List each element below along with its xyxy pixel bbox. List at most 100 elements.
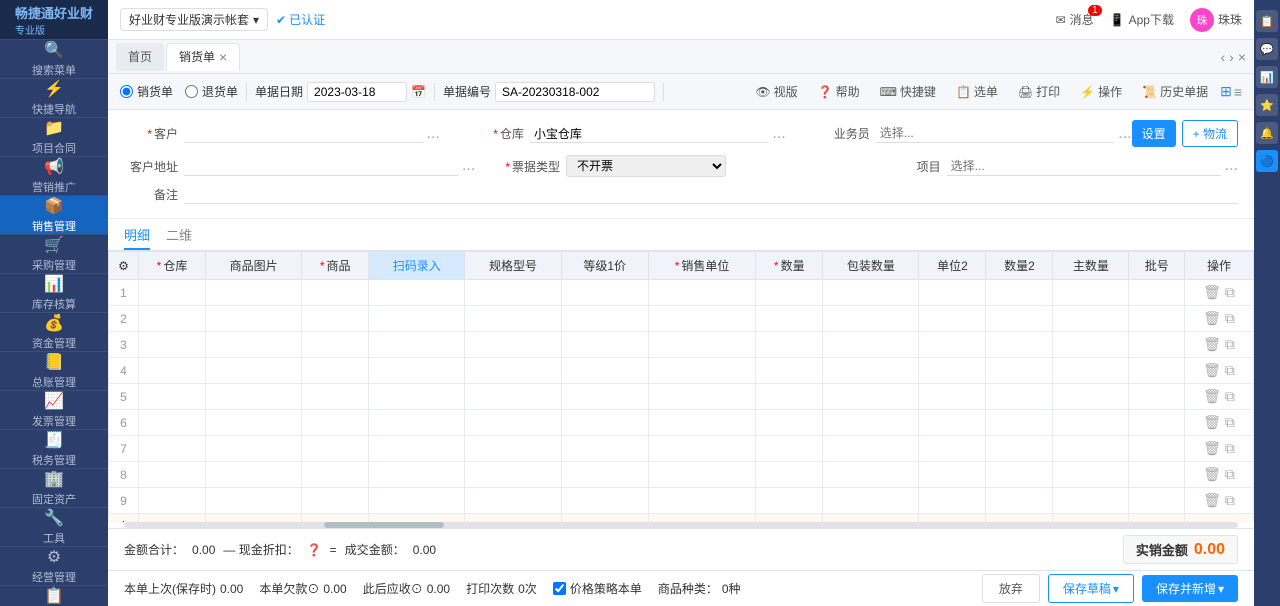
- project-input[interactable]: [947, 157, 1221, 176]
- row-5-scan[interactable]: [369, 384, 465, 410]
- row-1-unit[interactable]: [648, 280, 755, 306]
- row-5-product[interactable]: [302, 384, 369, 410]
- row-1-product[interactable]: [302, 280, 369, 306]
- row-3-batch[interactable]: [1129, 332, 1185, 358]
- row-7-copy-icon[interactable]: ⧉: [1225, 440, 1235, 457]
- row-1-spec[interactable]: [465, 280, 561, 306]
- sidebar-item-funds[interactable]: 💰 资金管理: [0, 313, 108, 352]
- row-6-pkg-qty[interactable]: [823, 410, 919, 436]
- customer-input[interactable]: [184, 124, 423, 143]
- save-new-btn[interactable]: 保存并新增 ▾: [1142, 575, 1238, 602]
- row-4-quantity[interactable]: [756, 358, 823, 384]
- row-5-warehouse[interactable]: [139, 384, 206, 410]
- row-7-product[interactable]: [302, 436, 369, 462]
- row-4-main-qty[interactable]: [1053, 358, 1129, 384]
- toolbar-help-btn[interactable]: ❓ 帮助: [810, 80, 868, 103]
- doc-date-input[interactable]: [307, 82, 407, 102]
- row-4-pkg-qty[interactable]: [823, 358, 919, 384]
- row-8-qty2[interactable]: [986, 462, 1053, 488]
- row-2-delete-icon[interactable]: 🗑: [1203, 310, 1221, 327]
- row-7-warehouse[interactable]: [139, 436, 206, 462]
- row-7-unit[interactable]: [648, 436, 755, 462]
- right-sidebar-btn-2[interactable]: 💬: [1256, 38, 1278, 60]
- row-3-product[interactable]: [302, 332, 369, 358]
- row-9-main-qty[interactable]: [1053, 488, 1129, 514]
- remark-input[interactable]: [184, 185, 1238, 204]
- address-dots-btn[interactable]: ...: [458, 157, 475, 175]
- row-4-delete-icon[interactable]: 🗑: [1203, 362, 1221, 379]
- row-4-qty2[interactable]: [986, 358, 1053, 384]
- row-9-copy-icon[interactable]: ⧉: [1225, 492, 1235, 509]
- row-3-copy-icon[interactable]: ⧉: [1225, 336, 1235, 353]
- row-5-quantity[interactable]: [756, 384, 823, 410]
- right-sidebar-btn-1[interactable]: 📋: [1256, 10, 1278, 32]
- row-2-warehouse[interactable]: [139, 306, 206, 332]
- row-8-pkg-qty[interactable]: [823, 462, 919, 488]
- row-4-unit[interactable]: [648, 358, 755, 384]
- sidebar-item-quicknav[interactable]: ⚡ 快捷导航: [0, 79, 108, 118]
- row-4-spec[interactable]: [465, 358, 561, 384]
- row-6-copy-icon[interactable]: ⧉: [1225, 414, 1235, 431]
- row-7-delete-icon[interactable]: 🗑: [1203, 440, 1221, 457]
- row-9-unit[interactable]: [648, 488, 755, 514]
- row-1-batch[interactable]: [1129, 280, 1185, 306]
- next-tab-icon[interactable]: ›: [1229, 49, 1234, 65]
- row-1-main-qty[interactable]: [1053, 280, 1129, 306]
- app-download-btn[interactable]: 📱 App下载: [1110, 11, 1174, 28]
- row-6-qty2[interactable]: [986, 410, 1053, 436]
- set-btn[interactable]: 设置: [1132, 120, 1176, 147]
- sidebar-item-marketing[interactable]: 📢 营销推广: [0, 157, 108, 196]
- row-7-main-qty[interactable]: [1053, 436, 1129, 462]
- sidebar-item-reports2[interactable]: 📋 小畅报告: [0, 586, 108, 606]
- tab-sales-order[interactable]: 销货单 ×: [166, 43, 240, 71]
- row-7-spec[interactable]: [465, 436, 561, 462]
- toolbar-view-btn[interactable]: 👁 视版: [747, 80, 805, 103]
- row-2-copy-icon[interactable]: ⧉: [1225, 310, 1235, 327]
- tab-nav[interactable]: ‹ › ×: [1220, 49, 1246, 65]
- sidebar-item-search[interactable]: 🔍 搜索菜单: [0, 40, 108, 79]
- price-policy-checkbox-label[interactable]: 价格策略本单: [553, 580, 642, 597]
- row-7-pkg-qty[interactable]: [823, 436, 919, 462]
- row-7-price1[interactable]: [561, 436, 648, 462]
- doc-type-sales-radio[interactable]: [120, 85, 133, 98]
- row-9-spec[interactable]: [465, 488, 561, 514]
- row-8-spec[interactable]: [465, 462, 561, 488]
- row-1-pkg-qty[interactable]: [823, 280, 919, 306]
- row-7-quantity[interactable]: [756, 436, 823, 462]
- row-1-price1[interactable]: [561, 280, 648, 306]
- list-view-icon[interactable]: ≡: [1234, 84, 1242, 100]
- row-4-product[interactable]: [302, 358, 369, 384]
- sidebar-item-tools[interactable]: 🔧 工具: [0, 508, 108, 547]
- row-9-image[interactable]: [205, 488, 301, 514]
- sidebar-item-inventory[interactable]: 📊 库存核算: [0, 274, 108, 313]
- row-2-product[interactable]: [302, 306, 369, 332]
- right-sidebar-btn-4[interactable]: ⭐: [1256, 94, 1278, 116]
- row-7-unit2[interactable]: [919, 436, 986, 462]
- row-8-main-qty[interactable]: [1053, 462, 1129, 488]
- row-1-scan[interactable]: [369, 280, 465, 306]
- row-9-price1[interactable]: [561, 488, 648, 514]
- row-1-unit2[interactable]: [919, 280, 986, 306]
- row-9-qty2[interactable]: [986, 488, 1053, 514]
- sidebar-item-projects[interactable]: 📁 项目合同: [0, 118, 108, 157]
- row-3-warehouse[interactable]: [139, 332, 206, 358]
- doc-type-sales[interactable]: 销货单: [120, 83, 173, 100]
- row-1-qty2[interactable]: [986, 280, 1053, 306]
- price-policy-checkbox[interactable]: [553, 582, 566, 595]
- row-8-quantity[interactable]: [756, 462, 823, 488]
- customer-dots-btn[interactable]: ...: [423, 125, 440, 143]
- sub-tab-detail[interactable]: 明细: [124, 225, 150, 250]
- toolbar-select-btn[interactable]: 📋 选单: [948, 80, 1006, 103]
- row-6-unit[interactable]: [648, 410, 755, 436]
- tab-close-icon[interactable]: ×: [219, 49, 227, 65]
- sidebar-item-purchase[interactable]: 🛒 采购管理: [0, 235, 108, 274]
- row-5-copy-icon[interactable]: ⧉: [1225, 388, 1235, 405]
- row-6-price1[interactable]: [561, 410, 648, 436]
- row-8-unit[interactable]: [648, 462, 755, 488]
- row-6-product[interactable]: [302, 410, 369, 436]
- sidebar-item-reports[interactable]: 📈 发票管理: [0, 391, 108, 430]
- row-3-qty2[interactable]: [986, 332, 1053, 358]
- row-2-scan[interactable]: [369, 306, 465, 332]
- row-7-scan[interactable]: [369, 436, 465, 462]
- row-8-price1[interactable]: [561, 462, 648, 488]
